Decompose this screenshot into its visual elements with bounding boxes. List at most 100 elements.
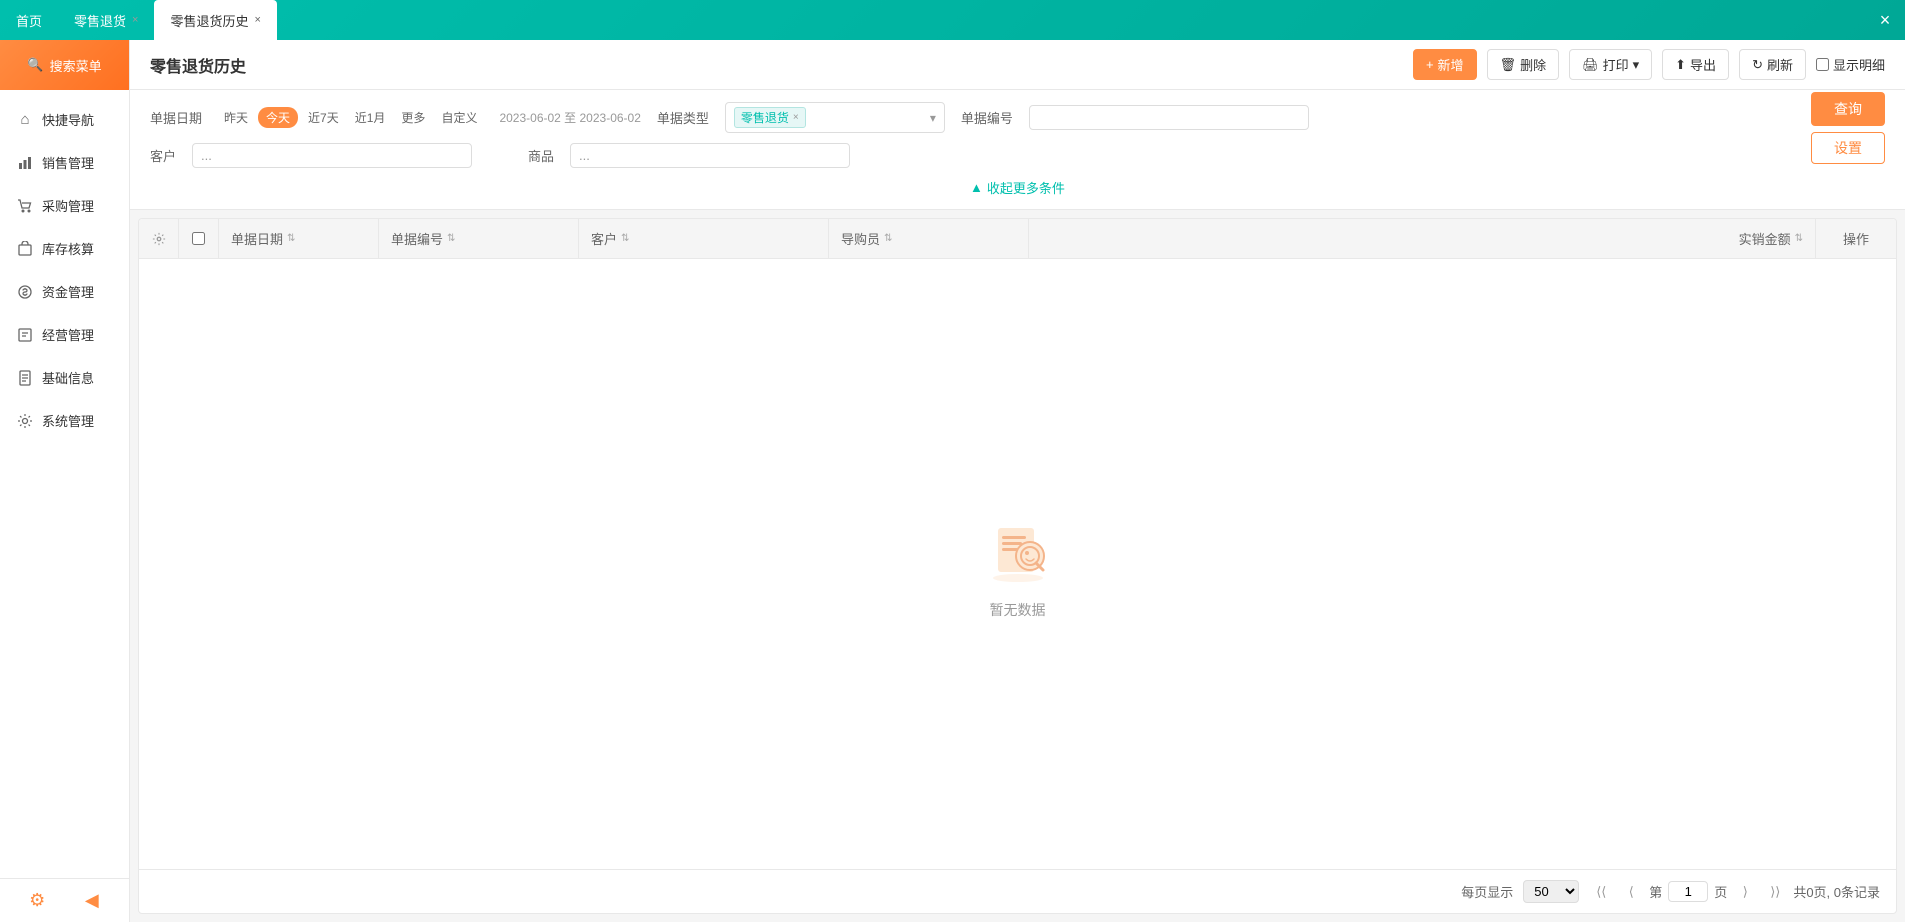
goods-filter-input[interactable]: ... [570, 143, 850, 168]
th-checkbox[interactable] [179, 219, 219, 258]
page-title: 零售退货历史 [150, 53, 246, 77]
date-btn-7days[interactable]: 近7天 [302, 107, 345, 128]
tab-retail-return[interactable]: 零售退货 × [58, 0, 154, 40]
add-button[interactable]: + 新增 [1413, 49, 1477, 80]
th-amount[interactable]: 实销金额 ⇅ [1029, 219, 1816, 258]
tab-home-label: 首页 [16, 11, 42, 30]
no-filter-label: 单据编号 [961, 108, 1013, 127]
date-btn-more[interactable]: 更多 [395, 107, 431, 128]
th-settings[interactable] [139, 219, 179, 258]
tab-retail-return-close[interactable]: × [132, 14, 138, 26]
empty-text: 暂无数据 [990, 600, 1046, 620]
nav-label-sales: 销售管理 [42, 153, 94, 172]
window-close-button[interactable]: × [1865, 0, 1905, 40]
date-options-group: 昨天 今天 近7天 近1月 更多 自定义 [218, 107, 483, 128]
th-guide[interactable]: 导购员 ⇅ [829, 219, 1029, 258]
tab-retail-history[interactable]: 零售退货历史 × [154, 0, 276, 40]
operations-icon [16, 326, 34, 344]
nav-label-system: 系统管理 [42, 411, 94, 430]
page-size-select[interactable]: 50 10 20 100 [1523, 880, 1579, 903]
display-detail-toggle[interactable]: 显示明细 [1816, 55, 1885, 74]
add-icon: + [1426, 57, 1434, 72]
th-amount-label: 实销金额 [1739, 229, 1791, 248]
filter-area: 单据日期 昨天 今天 近7天 近1月 更多 自定义 2023-06-02 至 2… [130, 90, 1905, 210]
th-date[interactable]: 单据日期 ⇅ [219, 219, 379, 258]
setting-button[interactable]: 设置 [1811, 132, 1885, 164]
select-all-checkbox[interactable] [192, 232, 205, 245]
no-filter-input[interactable] [1029, 105, 1309, 130]
finance-icon [16, 283, 34, 301]
sidebar: 🔍 搜索菜单 ⌂ 快捷导航 销售管理 采购管理 [0, 40, 130, 922]
header-actions: + 新增 🗑 删除 🖨 打印 ▾ ⬆ 导出 ↻ 刷新 [1413, 49, 1885, 80]
export-icon: ⬆ [1675, 57, 1686, 73]
table-header: 单据日期 ⇅ 单据编号 ⇅ 客户 ⇅ 导购员 ⇅ 实销金额 ⇅ [139, 219, 1896, 259]
th-customer-sort: ⇅ [621, 233, 629, 244]
sidebar-item-purchase[interactable]: 采购管理 [0, 184, 129, 227]
print-label: 打印 [1603, 55, 1629, 74]
sidebar-item-operations[interactable]: 经营管理 [0, 313, 129, 356]
refresh-button[interactable]: ↻ 刷新 [1739, 49, 1806, 80]
page-header: 零售退货历史 + 新增 🗑 删除 🖨 打印 ▾ ⬆ 导出 [130, 40, 1905, 90]
display-detail-label: 显示明细 [1833, 55, 1885, 74]
system-icon [16, 412, 34, 430]
collapse-filter-button[interactable]: ▲ 收起更多条件 [970, 178, 1065, 197]
export-button[interactable]: ⬆ 导出 [1662, 49, 1729, 80]
add-label: 新增 [1438, 55, 1464, 74]
nav-label-operations: 经营管理 [42, 325, 94, 344]
basic-info-icon [16, 369, 34, 387]
print-chevron: ▾ [1633, 57, 1640, 73]
date-btn-custom[interactable]: 自定义 [435, 107, 483, 128]
query-button[interactable]: 查询 [1811, 92, 1885, 126]
collapse-icon: ▲ [970, 180, 983, 195]
delete-icon: 🗑 [1500, 57, 1517, 73]
top-bar: 首页 零售退货 × 零售退货历史 × × [0, 0, 1905, 40]
th-no-sort: ⇅ [447, 233, 455, 244]
customer-filter-input[interactable]: ... [192, 143, 472, 168]
sales-icon [16, 154, 34, 172]
type-filter-select[interactable]: 零售退货 × ▾ [725, 102, 945, 133]
query-setting-panel: 查询 设置 [1811, 92, 1885, 164]
last-page-button[interactable]: ⟩⟩ [1763, 880, 1787, 904]
tab-home[interactable]: 首页 [0, 0, 58, 40]
sidebar-item-inventory[interactable]: 库存核算 [0, 227, 129, 270]
pagination: ⟨⟨ ⟨ 第 页 ⟩ ⟩⟩ 共0页, 0条记录 [1589, 880, 1880, 904]
sidebar-item-sales[interactable]: 销售管理 [0, 141, 129, 184]
goods-dots: ... [579, 148, 590, 163]
th-no[interactable]: 单据编号 ⇅ [379, 219, 579, 258]
page-number-input[interactable] [1668, 881, 1708, 902]
sidebar-item-system[interactable]: 系统管理 [0, 399, 129, 442]
prev-page-button[interactable]: ⟨ [1619, 880, 1643, 904]
th-customer[interactable]: 客户 ⇅ [579, 219, 829, 258]
main-layout: 🔍 搜索菜单 ⌂ 快捷导航 销售管理 采购管理 [0, 40, 1905, 922]
goods-filter-label: 商品 [528, 146, 554, 165]
search-icon: 🔍 [27, 57, 43, 73]
sidebar-search[interactable]: 🔍 搜索菜单 [0, 40, 129, 90]
export-label: 导出 [1690, 55, 1716, 74]
total-records: 共0页, 0条记录 [1793, 882, 1880, 901]
th-amount-sort: ⇅ [1795, 233, 1803, 244]
date-btn-1month[interactable]: 近1月 [349, 107, 392, 128]
delete-label: 删除 [1520, 55, 1546, 74]
tab-retail-history-close[interactable]: × [254, 14, 260, 26]
date-btn-yesterday[interactable]: 昨天 [218, 107, 254, 128]
nav-label-purchase: 采购管理 [42, 196, 94, 215]
th-op-label: 操作 [1843, 229, 1869, 248]
print-button[interactable]: 🖨 打印 ▾ [1569, 49, 1652, 80]
next-page-button[interactable]: ⟩ [1733, 880, 1757, 904]
delete-button[interactable]: 🗑 删除 [1487, 49, 1560, 80]
date-btn-today[interactable]: 今天 [258, 107, 298, 128]
sidebar-item-basic-info[interactable]: 基础信息 [0, 356, 129, 399]
inventory-icon [16, 240, 34, 258]
date-filter-label: 单据日期 [150, 108, 202, 127]
first-page-button[interactable]: ⟨⟨ [1589, 880, 1613, 904]
tab-bar: 首页 零售退货 × 零售退货历史 × [0, 0, 1865, 40]
type-tag-close[interactable]: × [793, 112, 799, 123]
collapse-sidebar-icon[interactable]: ◀ [76, 885, 108, 917]
settings-bottom-icon[interactable]: ⚙ [21, 885, 53, 917]
th-customer-label: 客户 [591, 229, 617, 248]
display-detail-checkbox[interactable] [1816, 58, 1829, 71]
sidebar-item-quicknav[interactable]: ⌂ 快捷导航 [0, 98, 129, 141]
sidebar-item-finance[interactable]: 资金管理 [0, 270, 129, 313]
empty-state: 暂无数据 [139, 259, 1896, 869]
customer-dots: ... [201, 148, 212, 163]
